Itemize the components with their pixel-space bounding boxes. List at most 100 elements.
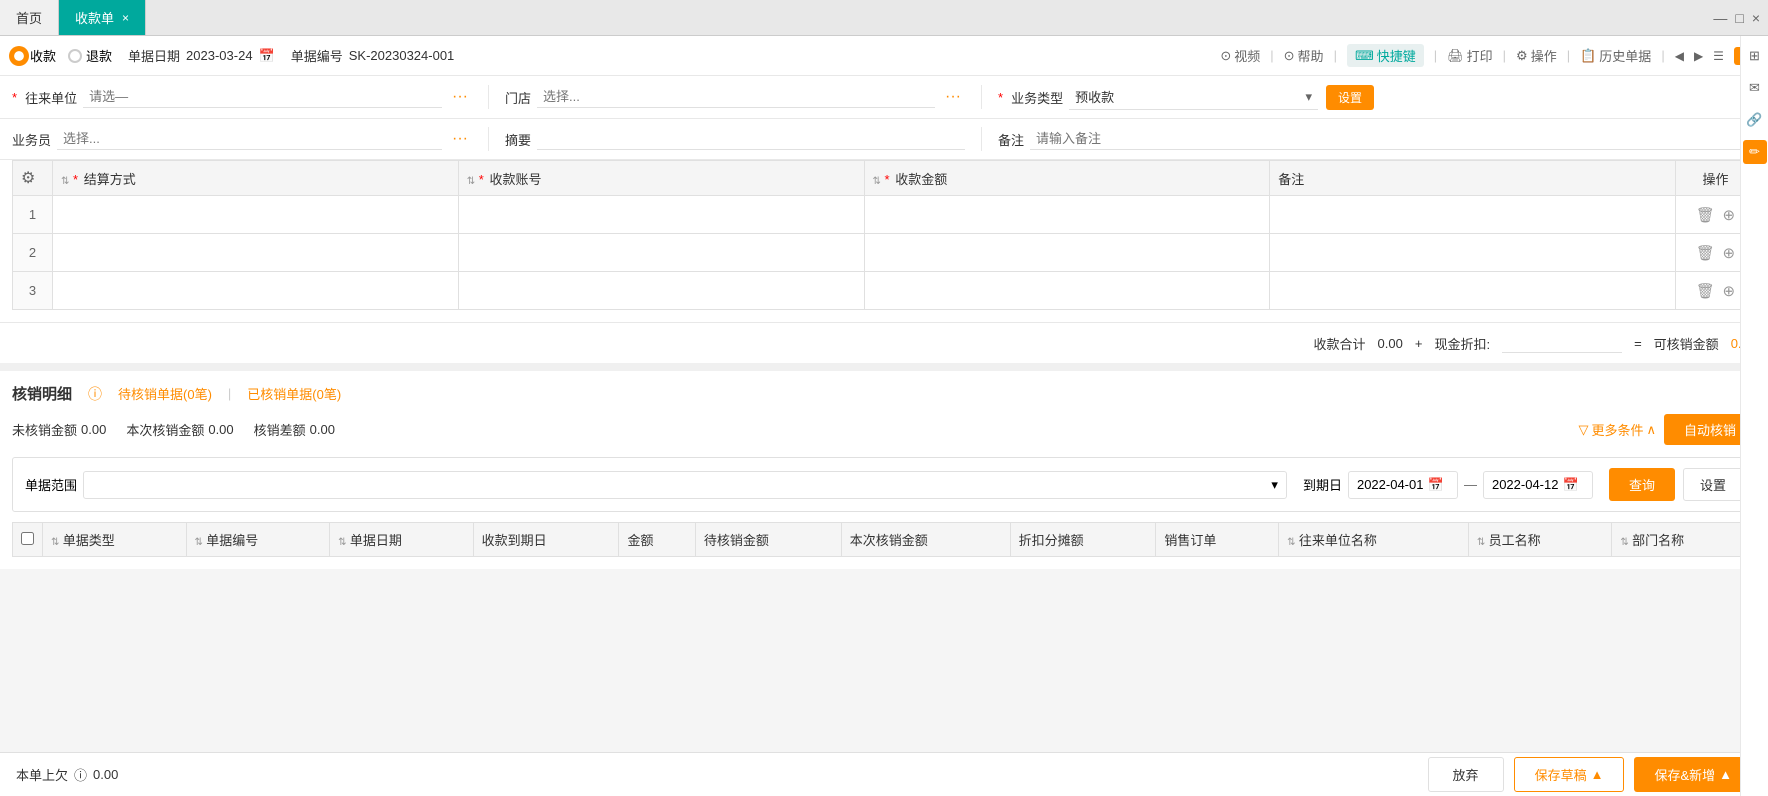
sidebar-link-icon: 🔗 — [1746, 112, 1762, 128]
staff-input[interactable] — [57, 128, 442, 150]
row3-account[interactable] — [458, 272, 864, 310]
range-select[interactable]: ▾ — [83, 471, 1287, 499]
date-value: 2023-03-24 — [186, 48, 253, 63]
sidebar-edit-btn[interactable]: ✏ — [1743, 140, 1767, 164]
counterpart-input[interactable] — [83, 86, 442, 108]
row1-remark[interactable] — [1270, 196, 1676, 234]
help-link[interactable]: ⊙ 帮助 — [1284, 46, 1324, 65]
row1-remark-input[interactable] — [1270, 196, 1675, 233]
row2-amount[interactable] — [864, 234, 1270, 272]
video-link[interactable]: ⊙ 视频 — [1220, 46, 1260, 65]
th-gear[interactable]: ⚙ — [13, 161, 53, 196]
discard-btn[interactable]: 放弃 — [1428, 757, 1504, 792]
row3-copy-icon[interactable]: ⊕ — [1723, 283, 1736, 300]
list-icon[interactable]: ☰ — [1713, 49, 1724, 63]
staff-more-btn[interactable]: ··· — [448, 130, 472, 148]
row3-amount-input[interactable] — [865, 272, 1270, 309]
row2-settle[interactable] — [53, 234, 459, 272]
row1-settle-input[interactable] — [53, 196, 458, 233]
window-close-btn[interactable]: × — [1752, 10, 1760, 26]
main-container: 收款 退款 单据日期 2023-03-24 📅 单据编号 SK-20230324… — [0, 36, 1768, 569]
operation-link[interactable]: ⚙ 操作 — [1516, 46, 1557, 65]
discount-input[interactable] — [1502, 333, 1622, 353]
prev-icon[interactable]: ◀ — [1675, 49, 1684, 63]
table-gear-icon[interactable]: ⚙ — [21, 170, 35, 187]
done-tab-link[interactable]: 已核销单据(0笔) — [247, 384, 341, 403]
date-to-value: 2022-04-12 — [1492, 477, 1559, 492]
more-conditions-btn[interactable]: ▽ 更多条件 ∧ — [1578, 420, 1656, 439]
row3-settle[interactable] — [53, 272, 459, 310]
row1-amount-input[interactable] — [865, 196, 1270, 233]
row2-remark[interactable] — [1270, 234, 1676, 272]
setting-btn[interactable]: 设置 — [1326, 85, 1374, 110]
row3-remark-input[interactable] — [1270, 272, 1675, 309]
video-icon: ⊙ — [1220, 48, 1231, 64]
window-minimize-btn[interactable]: — — [1713, 10, 1727, 26]
history-link[interactable]: 📋 历史单据 — [1580, 46, 1651, 65]
sidebar-table-btn[interactable]: ⊞ — [1743, 44, 1767, 68]
print-link[interactable]: 🖨 打印 — [1447, 46, 1493, 65]
range-dropdown-icon: ▾ — [1271, 477, 1278, 493]
th-discount: 折扣分摊额 — [1010, 523, 1156, 557]
bottom-info-icon[interactable]: ⓘ — [74, 765, 87, 784]
shortcut-link[interactable]: ⌨ 快捷键 — [1347, 44, 1424, 67]
row3-account-input[interactable] — [459, 272, 864, 309]
counterpart-more-btn[interactable]: ··· — [448, 88, 472, 106]
row1-copy-icon[interactable]: ⊕ — [1723, 207, 1736, 224]
th-staff: ⇅ 员工名称 — [1468, 523, 1612, 557]
row2-copy-icon[interactable]: ⊕ — [1723, 245, 1736, 262]
bottom-value: 0.00 — [93, 767, 118, 782]
nuclear-header: 核销明细 ⓘ 待核销单据(0笔) | 已核销单据(0笔) — [12, 383, 1756, 404]
bottom-actions: 放弃 保存草稿 ▲ 保存&新增 ▲ — [1428, 757, 1752, 792]
sep1: | — [1270, 48, 1273, 63]
th-check[interactable] — [13, 523, 43, 557]
select-all-checkbox[interactable] — [21, 532, 34, 545]
pending-tab-link[interactable]: 待核销单据(0笔) — [118, 384, 212, 403]
row2-delete-icon[interactable]: 🗑 — [1696, 245, 1715, 262]
window-maximize-btn[interactable]: □ — [1735, 10, 1743, 26]
draft-btn[interactable]: 保存草稿 ▲ — [1514, 757, 1625, 792]
summary-input[interactable] — [537, 128, 965, 150]
sidebar-email-btn[interactable]: ✉ — [1743, 76, 1767, 100]
shop-input[interactable] — [537, 86, 935, 108]
calendar-icon[interactable]: 📅 — [259, 48, 275, 64]
row1-amount[interactable] — [864, 196, 1270, 234]
row1-account[interactable] — [458, 196, 864, 234]
remark-input[interactable] — [1030, 128, 1756, 150]
row3-settle-input[interactable] — [53, 272, 458, 309]
draft-arrow-icon: ▲ — [1591, 767, 1604, 782]
row2-amount-input[interactable] — [865, 234, 1270, 271]
query-btn[interactable]: 查询 — [1609, 468, 1675, 501]
radio-receipt[interactable]: 收款 — [12, 46, 56, 65]
tab-bar-right: — □ × — [1713, 10, 1768, 26]
row2-remark-input[interactable] — [1270, 234, 1675, 271]
tab-close-icon[interactable]: × — [122, 11, 129, 25]
detail-setting-btn[interactable]: 设置 — [1683, 468, 1743, 501]
tab-home[interactable]: 首页 — [0, 0, 59, 35]
radio-refund[interactable]: 退款 — [68, 46, 112, 65]
row3-delete-icon[interactable]: 🗑 — [1696, 283, 1715, 300]
cal-to-icon[interactable]: 📅 — [1562, 477, 1578, 493]
nuclear-info-icon[interactable]: ⓘ — [88, 384, 102, 404]
shop-more-btn[interactable]: ··· — [941, 88, 965, 106]
filter-right: ▽ 更多条件 ∧ 自动核销 — [1578, 414, 1756, 445]
row1-account-input[interactable] — [459, 196, 864, 233]
row3-amount[interactable] — [864, 272, 1270, 310]
receipt-table: ⚙ ⇅ * 结算方式 ⇅ * 收款账号 ⇅ * 收款 — [12, 160, 1756, 310]
row2-account[interactable] — [458, 234, 864, 272]
range-label: 单据范围 — [25, 475, 77, 494]
row1-settle[interactable] — [53, 196, 459, 234]
row1-delete-icon[interactable]: 🗑 — [1696, 207, 1715, 224]
save-new-btn[interactable]: 保存&新增 ▲ — [1634, 757, 1752, 792]
cal-from-icon[interactable]: 📅 — [1427, 477, 1443, 493]
tab-receipt[interactable]: 收款单 × — [59, 0, 146, 35]
btype-select[interactable]: 预收款 ▾ — [1069, 84, 1318, 110]
date-to-display[interactable]: 2022-04-12 📅 — [1483, 471, 1593, 499]
row2-account-input[interactable] — [459, 234, 864, 271]
date-from-display[interactable]: 2022-04-01 📅 — [1348, 471, 1458, 499]
next-icon[interactable]: ▶ — [1694, 49, 1703, 63]
row2-settle-input[interactable] — [53, 234, 458, 271]
sidebar-link-btn[interactable]: 🔗 — [1743, 108, 1767, 132]
row3-remark[interactable] — [1270, 272, 1676, 310]
toolbar-row: 收款 退款 单据日期 2023-03-24 📅 单据编号 SK-20230324… — [0, 36, 1768, 76]
